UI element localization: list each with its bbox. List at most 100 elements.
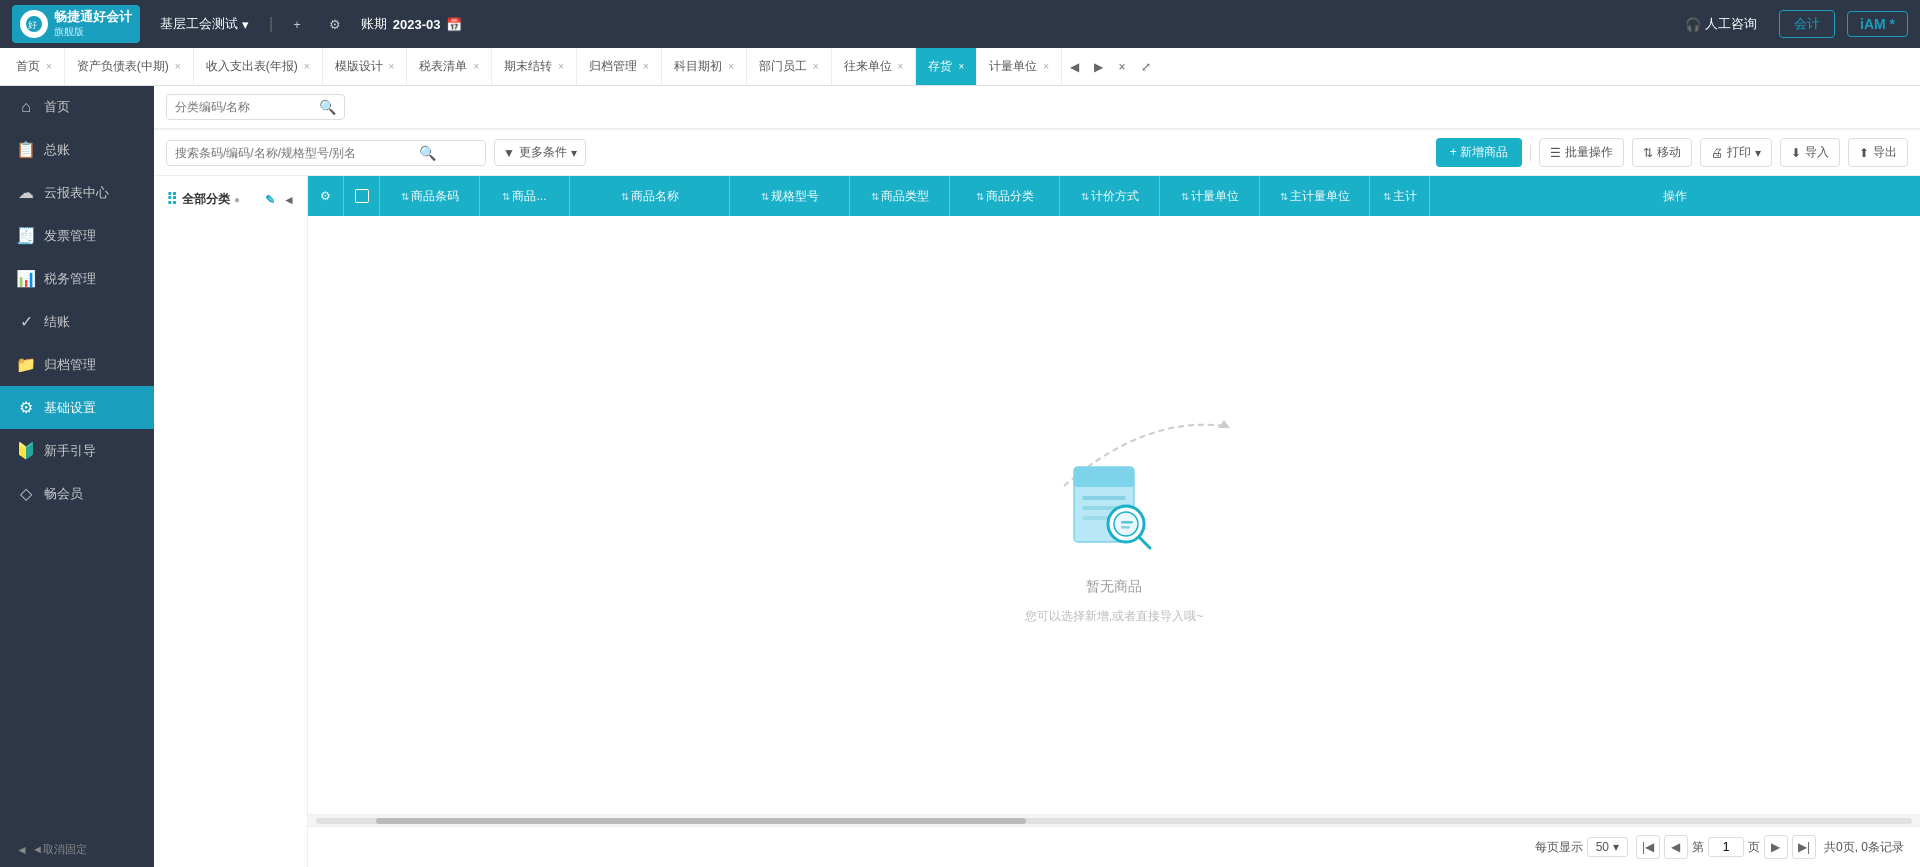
page-number-input[interactable] [1708, 837, 1744, 857]
col-num[interactable]: ⇅ 主计 [1370, 176, 1430, 216]
period-value: 2023-03 [393, 17, 441, 32]
add-tab-button[interactable]: + [285, 13, 309, 36]
classify-search-icon[interactable]: 🔍 [319, 99, 336, 115]
left-category-panel: ⠿ 全部分类 ● ✎ ◄ [154, 176, 308, 867]
col-barcode[interactable]: ⇅ 商品条码 [380, 176, 480, 216]
tab-next-button[interactable]: ▶ [1086, 48, 1110, 86]
header-checkbox[interactable] [355, 189, 369, 203]
tab-expand-button[interactable]: ⤢ [1134, 48, 1158, 86]
app-sub: 旗舰版 [54, 25, 132, 39]
consult-button[interactable]: 🎧 人工咨询 [1675, 11, 1767, 37]
home-icon: ⌂ [16, 98, 36, 116]
filter-icon: ▼ [503, 146, 515, 160]
col-price-method[interactable]: ⇅ 计价方式 [1060, 176, 1160, 216]
col-category[interactable]: ⇅ 商品分类 [950, 176, 1060, 216]
tab-archive[interactable]: 归档管理 × [577, 48, 662, 86]
tab-prev-button[interactable]: ◀ [1062, 48, 1086, 86]
tab-balance[interactable]: 资产负债表(中期) × [65, 48, 194, 86]
col-code[interactable]: ⇅ 商品... [480, 176, 570, 216]
prev-page-button[interactable]: ◀ [1664, 835, 1688, 859]
tab-unit[interactable]: 计量单位 × [977, 48, 1062, 86]
main-layout: ⌂ 首页 📋 总账 ☁ 云报表中心 🧾 发票管理 📊 税务管理 ✓ 结账 📁 归… [0, 86, 1920, 867]
col-type[interactable]: ⇅ 商品类型 [850, 176, 950, 216]
move-button[interactable]: ⇅ 移动 [1632, 138, 1692, 167]
col-checkbox[interactable] [344, 176, 380, 216]
tab-tax[interactable]: 税表清单 × [407, 48, 492, 86]
import-button[interactable]: ⬇ 导入 [1780, 138, 1840, 167]
col-name[interactable]: ⇅ 商品名称 [570, 176, 730, 216]
tab-template[interactable]: 模版设计 × [323, 48, 408, 86]
classify-search-input[interactable] [175, 100, 315, 114]
page-size-dropdown[interactable]: 50 ▾ [1587, 837, 1628, 857]
period-label: 账期 [361, 15, 387, 33]
iam-badge[interactable]: iAM * [1847, 11, 1908, 37]
batch-icon: ☰ [1550, 146, 1561, 160]
account-button[interactable]: 会计 [1779, 10, 1835, 38]
sidebar-item-archive[interactable]: 📁 归档管理 [0, 343, 154, 386]
main-search-input[interactable] [175, 146, 415, 160]
more-conditions-button[interactable]: ▼ 更多条件 ▾ [494, 139, 586, 166]
tab-close-period-end[interactable]: × [558, 61, 564, 72]
tab-dept[interactable]: 部门员工 × [747, 48, 832, 86]
main-search-icon[interactable]: 🔍 [419, 145, 436, 161]
tab-close-balance[interactable]: × [175, 61, 181, 72]
tab-close-all-button[interactable]: × [1110, 48, 1134, 86]
unpin-icon: ◄ [16, 843, 28, 857]
tab-income[interactable]: 收入支出表(年报) × [194, 48, 323, 86]
tab-subject[interactable]: 科目期初 × [662, 48, 747, 86]
import-icon: ⬇ [1791, 146, 1801, 160]
first-page-button[interactable]: |◀ [1636, 835, 1660, 859]
batch-operation-button[interactable]: ☰ 批量操作 [1539, 138, 1624, 167]
sidebar-item-invoice[interactable]: 🧾 发票管理 [0, 214, 154, 257]
sidebar-item-tax[interactable]: 📊 税务管理 [0, 257, 154, 300]
sidebar-item-home[interactable]: ⌂ 首页 [0, 86, 154, 128]
calendar-icon[interactable]: 📅 [446, 17, 462, 32]
export-button[interactable]: ⬆ 导出 [1848, 138, 1908, 167]
tab-home[interactable]: 首页 × [4, 48, 65, 86]
tab-close-home[interactable]: × [46, 61, 52, 72]
tab-close-subject[interactable]: × [728, 61, 734, 72]
top-header: 好 畅捷通好会计 旗舰版 基层工会测试 ▾ | + ⚙ 账期 2023-03 📅… [0, 0, 1920, 48]
tab-inventory[interactable]: 存货 × [916, 48, 977, 86]
app-name: 畅捷通好会计 [54, 9, 132, 25]
horizontal-scrollbar[interactable] [308, 814, 1920, 826]
col-unit[interactable]: ⇅ 计量单位 [1160, 176, 1260, 216]
tab-close-tax[interactable]: × [473, 61, 479, 72]
add-product-button[interactable]: + 新增商品 [1436, 138, 1522, 167]
col-spec[interactable]: ⇅ 规格型号 [730, 176, 850, 216]
col-settings[interactable]: ⚙ [308, 176, 344, 216]
col-main-unit[interactable]: ⇅ 主计量单位 [1260, 176, 1370, 216]
tab-close-customer[interactable]: × [898, 61, 904, 72]
tab-close-income[interactable]: × [304, 61, 310, 72]
sidebar-item-close[interactable]: ✓ 结账 [0, 300, 154, 343]
tab-close-dept[interactable]: × [813, 61, 819, 72]
sidebar-item-reports[interactable]: ☁ 云报表中心 [0, 171, 154, 214]
sidebar-item-guide[interactable]: 🔰 新手引导 [0, 429, 154, 472]
total-records: 共0页, 0条记录 [1824, 839, 1904, 856]
settings-icon: ⚙ [16, 398, 36, 417]
sidebar-unpin-button[interactable]: ◄ ◄取消固定 [0, 832, 154, 867]
settings-button[interactable]: ⚙ [321, 13, 349, 36]
sidebar-item-member[interactable]: ◇ 畅会员 [0, 472, 154, 515]
tab-period-end[interactable]: 期末结转 × [492, 48, 577, 86]
scrollbar-thumb[interactable] [376, 818, 1026, 824]
tab-close-archive[interactable]: × [643, 61, 649, 72]
collapse-panel-icon[interactable]: ◄ [283, 193, 295, 207]
empty-subtitle: 您可以选择新增,或者直接导入哦~ [1025, 608, 1203, 625]
tab-customer[interactable]: 往来单位 × [832, 48, 917, 86]
sidebar-item-ledger[interactable]: 📋 总账 [0, 128, 154, 171]
tab-close-template[interactable]: × [389, 61, 395, 72]
sidebar-item-settings[interactable]: ⚙ 基础设置 [0, 386, 154, 429]
company-selector[interactable]: 基层工会测试 ▾ [152, 11, 257, 37]
edit-category-icon[interactable]: ✎ [265, 193, 275, 207]
next-page-button[interactable]: ▶ [1764, 835, 1788, 859]
export-icon: ⬆ [1859, 146, 1869, 160]
top-toolbar: 🔍 [154, 86, 1920, 129]
svg-rect-4 [1074, 467, 1134, 487]
guide-icon: 🔰 [16, 441, 36, 460]
tab-close-inventory[interactable]: × [958, 61, 964, 72]
last-page-button[interactable]: ▶| [1792, 835, 1816, 859]
tab-close-unit[interactable]: × [1043, 61, 1049, 72]
print-button[interactable]: 🖨 打印 ▾ [1700, 138, 1772, 167]
invoice-icon: 🧾 [16, 226, 36, 245]
